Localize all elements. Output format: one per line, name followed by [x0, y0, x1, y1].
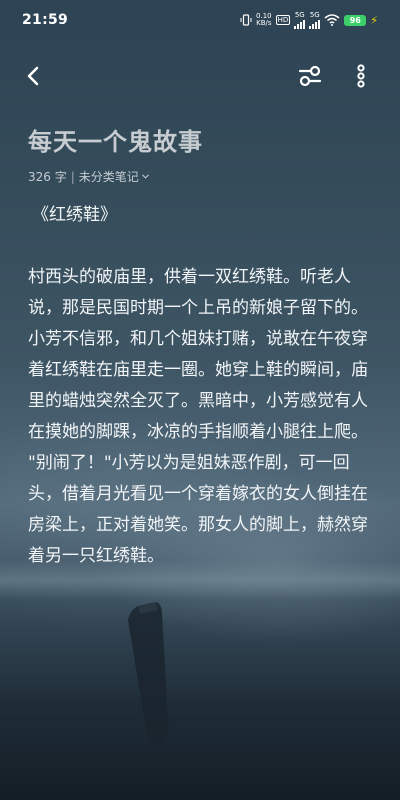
note-title[interactable]: 每天一个鬼故事: [28, 122, 203, 157]
status-time: 21:59: [22, 12, 69, 28]
folder-selector[interactable]: 未分类笔记: [79, 168, 150, 185]
toolbar: [0, 56, 400, 96]
sliders-icon: [298, 65, 322, 87]
note-body-editor[interactable]: 《红绣鞋》 村西头的破庙里，供着一双红绣鞋。听老人说，那是民国时期一个上吊的新娘…: [28, 200, 378, 572]
sim1-label: 5G: [294, 10, 305, 19]
hd-volte-icon: HD: [275, 15, 291, 25]
paragraph: 村西头的破庙里，供着一双红绣鞋。听老人说，那是民国时期一个上吊的新娘子留下的。: [28, 267, 368, 318]
paragraph: 小芳不信邪，和几个姐妹打赌，说敢在午夜穿着红绣鞋在庙里走一圈。她穿上鞋的瞬间，庙…: [28, 329, 368, 442]
chevron-left-icon: [27, 66, 39, 86]
note-meta: 326 字 | 未分类笔记: [28, 168, 150, 185]
charging-icon: ⚡: [370, 13, 378, 27]
vibrate-icon: [240, 14, 252, 26]
folder-name: 未分类笔记: [78, 170, 139, 184]
back-button[interactable]: [22, 64, 46, 88]
net-speed: 0.10 KB/s: [256, 13, 272, 27]
boat-silhouette: [128, 602, 169, 749]
status-icons: 0.10 KB/s HD 5G 5G 96 ⚡: [240, 10, 378, 29]
sim1-network: 5G: [294, 10, 306, 29]
signal-icon: [309, 19, 321, 29]
more-vertical-icon: [357, 64, 365, 88]
word-count: 326 字: [28, 170, 67, 184]
signal-icon: [294, 19, 306, 29]
battery-icon: 96: [344, 14, 367, 26]
story-heading: 《红绣鞋》: [32, 205, 117, 225]
more-button[interactable]: [350, 62, 372, 90]
wifi-icon: [324, 14, 340, 26]
meta-separator: |: [70, 169, 75, 184]
sim2-network: 5G: [309, 10, 321, 29]
paragraph: "别闹了！"小芳以为是姐妹恶作剧，可一回头，借着月光看见一个穿着嫁衣的女人倒挂在…: [28, 453, 368, 566]
net-speed-unit: KB/s: [256, 19, 272, 27]
chevron-down-icon: [142, 174, 149, 179]
format-settings-button[interactable]: [296, 62, 324, 90]
status-bar: 21:59 0.10 KB/s HD 5G 5G 96 ⚡: [0, 0, 400, 40]
sim2-label: 5G: [309, 10, 320, 19]
